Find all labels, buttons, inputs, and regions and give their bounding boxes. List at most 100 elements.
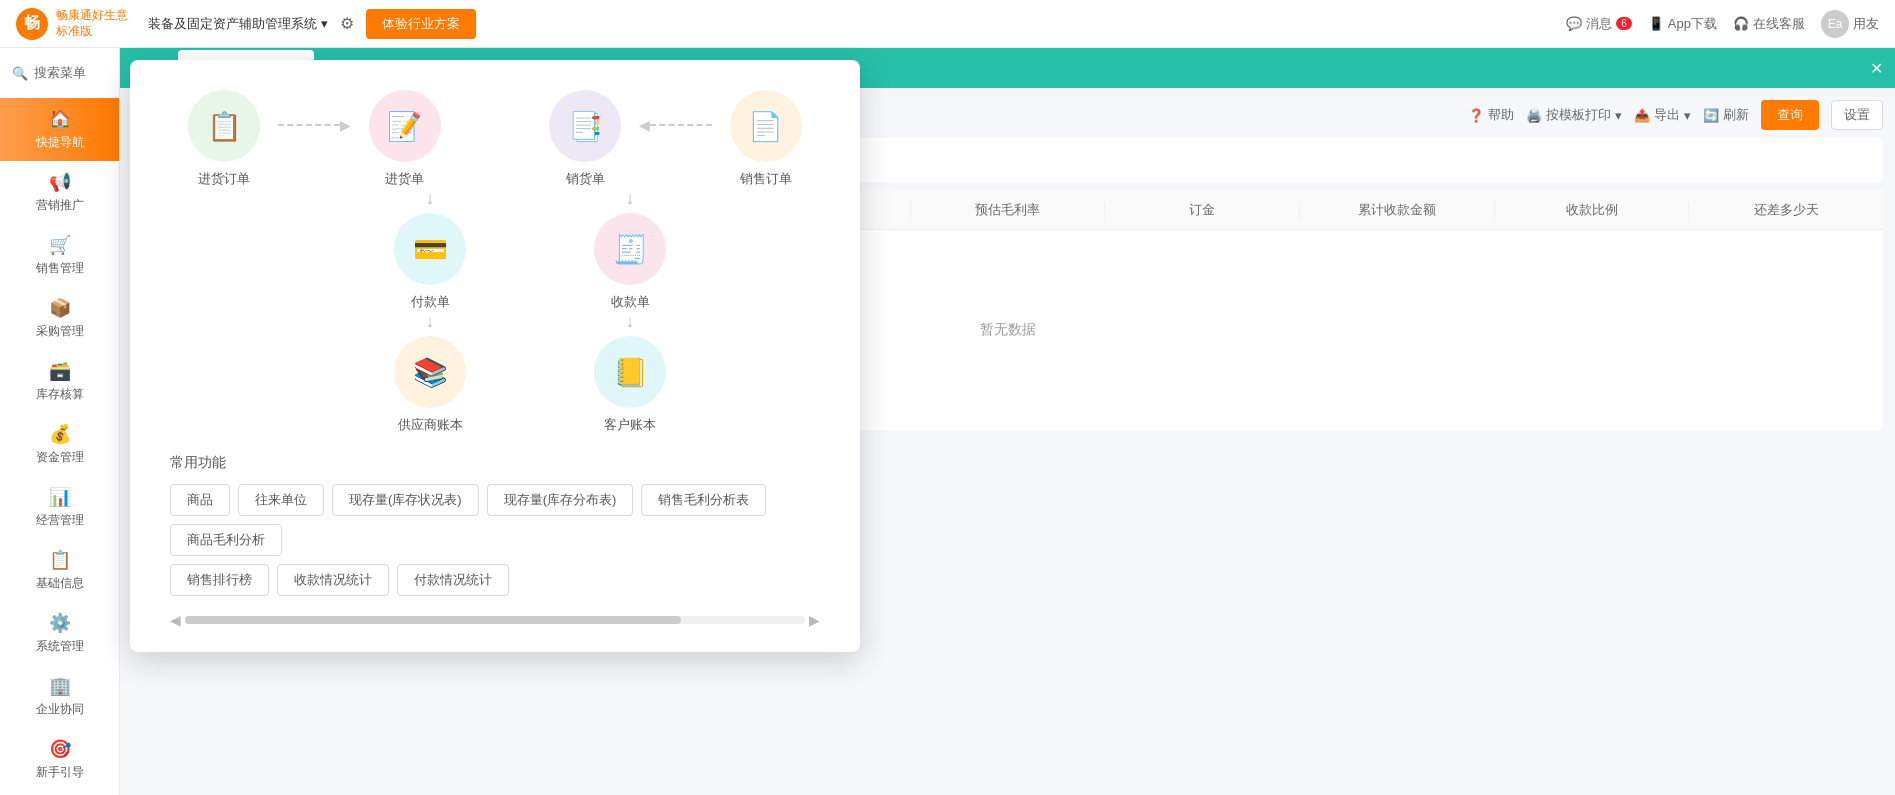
th-est-profit-rate: 预估毛利率: [911, 201, 1106, 219]
finance-icon: 💰: [49, 423, 71, 445]
purchase-icon: 📦: [49, 297, 71, 319]
flow-row-3: ↓ 📚 供应商账本 ↓ 📒 客户账本: [170, 311, 820, 434]
flow-node-sales-receipt[interactable]: 📑 销货单: [531, 90, 639, 188]
popup-modal: 📋 进货订单 ▶ 📝 进货单 📑 销货单: [130, 60, 860, 652]
sidebar: 🔍 搜索菜单 🏠 快捷导航 📢 营销推广 🛒 销售管理 📦 采购管理 🗃️: [0, 48, 120, 795]
home-icon: 🏠: [49, 108, 71, 130]
th-days-diff: 还差多少天: [1689, 201, 1883, 219]
cf-btn-product[interactable]: 商品: [170, 484, 230, 516]
message-label: 消息: [1586, 15, 1612, 33]
sidebar-label-system: 系统管理: [36, 638, 84, 655]
export-button[interactable]: 📤 导出 ▾: [1634, 106, 1691, 124]
down-arrow-customer: ↓: [626, 311, 635, 332]
template-print-label: 按模板打印: [1546, 106, 1611, 124]
flow-node-customer-ledger[interactable]: 📒 客户账本: [570, 336, 690, 434]
search-icon: 🔍: [12, 66, 28, 81]
message-badge: 6: [1616, 17, 1632, 30]
cf-btn-partners[interactable]: 往来单位: [238, 484, 324, 516]
system-title: 装备及固定资产辅助管理系统: [148, 15, 317, 33]
top-bar-actions: 💬 消息 6 📱 App下载 🎧 在线客服 Ea 用友: [1566, 10, 1879, 38]
message-button[interactable]: 💬 消息 6: [1566, 15, 1632, 33]
sidebar-item-newbie[interactable]: 🎯 新手引导: [0, 728, 119, 791]
flow-col-customer: ↓ 📒 客户账本: [570, 311, 690, 434]
logo-text: 畅康通好生意标准版: [56, 8, 128, 39]
app-download-button[interactable]: 📱 App下载: [1648, 15, 1717, 33]
flow-node-purchase-order[interactable]: 📋 进货订单: [170, 90, 278, 188]
sidebar-item-basic-info[interactable]: 📋 基础信息: [0, 539, 119, 602]
down-arrow-receipt: ↓: [626, 188, 635, 209]
sidebar-item-inventory[interactable]: 🗃️ 库存核算: [0, 350, 119, 413]
sidebar-item-enterprise[interactable]: 🏢 企业协同: [0, 665, 119, 728]
message-icon: 💬: [1566, 16, 1582, 31]
sales-order-icon: 📄: [730, 90, 802, 162]
customer-ledger-label: 客户账本: [604, 416, 656, 434]
search-menu[interactable]: 🔍 搜索菜单: [0, 56, 119, 90]
cf-btn-sales-rank[interactable]: 销售排行榜: [170, 564, 269, 596]
try-button[interactable]: 体验行业方案: [366, 9, 476, 39]
purchase-order-icon: 📋: [188, 90, 260, 162]
sidebar-item-system[interactable]: ⚙️ 系统管理: [0, 602, 119, 665]
sidebar-item-sales[interactable]: 🛒 销售管理: [0, 224, 119, 287]
cf-btn-product-profit[interactable]: 商品毛利分析: [170, 524, 282, 556]
down-arrow-payment: ↓: [426, 188, 435, 209]
cf-btn-receipt-stats[interactable]: 收款情况统计: [277, 564, 389, 596]
sidebar-item-finance[interactable]: 💰 资金管理: [0, 413, 119, 476]
scrollbar-thumb[interactable]: [185, 616, 681, 624]
sidebar-label-operations: 经营管理: [36, 512, 84, 529]
sidebar-item-purchase[interactable]: 📦 采购管理: [0, 287, 119, 350]
refresh-button[interactable]: 🔄 刷新: [1703, 106, 1749, 124]
flow-node-receipt-slip[interactable]: 🧾 收款单: [570, 213, 690, 311]
cf-btn-sales-profit[interactable]: 销售毛利分析表: [641, 484, 766, 516]
flow-node-supplier-ledger[interactable]: 📚 供应商账本: [370, 336, 490, 434]
template-print-button[interactable]: 🖨️ 按模板打印 ▾: [1526, 106, 1622, 124]
search-menu-label: 搜索菜单: [34, 64, 86, 82]
cf-btn-payment-stats[interactable]: 付款情况统计: [397, 564, 509, 596]
scroll-right-icon[interactable]: ▶: [809, 612, 820, 628]
flow-node-payment-slip[interactable]: 💳 付款单: [370, 213, 490, 311]
settings-button[interactable]: 设置: [1831, 100, 1883, 130]
print-icon: 🖨️: [1526, 108, 1542, 123]
sidebar-label-enterprise: 企业协同: [36, 701, 84, 718]
flow-node-purchase-receipt[interactable]: 📝 进货单: [351, 90, 459, 188]
system-title-dropdown[interactable]: 装备及固定资产辅助管理系统 ▾: [148, 15, 328, 33]
marketing-icon: 📢: [49, 171, 71, 193]
newbie-icon: 🎯: [49, 738, 71, 760]
flow-row-1: 📋 进货订单 ▶ 📝 进货单 📑 销货单: [170, 90, 820, 188]
payment-slip-icon: 💳: [394, 213, 466, 285]
logo-icon: 畅: [16, 8, 48, 40]
supplier-ledger-icon: 📚: [394, 336, 466, 408]
sidebar-label-basic-info: 基础信息: [36, 575, 84, 592]
sidebar-label-sales: 销售管理: [36, 260, 84, 277]
query-button[interactable]: 查询: [1761, 100, 1819, 130]
service-label: 在线客服: [1753, 15, 1805, 33]
logo-area: 畅 畅康通好生意标准版: [16, 8, 136, 40]
user-menu[interactable]: Ea 用友: [1821, 10, 1879, 38]
refresh-label: 刷新: [1723, 106, 1749, 124]
tab-bar-close-icon[interactable]: ✕: [1870, 59, 1883, 78]
sidebar-label-marketing: 营销推广: [36, 197, 84, 214]
sidebar-item-operations[interactable]: 📊 经营管理: [0, 476, 119, 539]
common-functions-title: 常用功能: [170, 454, 820, 472]
flow-col-payment: ↓ 💳 付款单: [370, 188, 490, 311]
flow-col-supplier: ↓ 📚 供应商账本: [370, 311, 490, 434]
flow-node-sales-order[interactable]: 📄 销售订单: [712, 90, 820, 188]
avatar: Ea: [1821, 10, 1849, 38]
sales-icon: 🛒: [49, 234, 71, 256]
sales-receipt-icon: 📑: [549, 90, 621, 162]
scroll-left-icon[interactable]: ◀: [170, 612, 181, 628]
purchase-receipt-icon: 📝: [369, 90, 441, 162]
top-bar: 畅 畅康通好生意标准版 装备及固定资产辅助管理系统 ▾ ⚙ 体验行业方案 💬 消…: [0, 0, 1895, 48]
sidebar-item-quick-nav[interactable]: 🏠 快捷导航: [0, 98, 119, 161]
sidebar-label-newbie: 新手引导: [36, 764, 84, 781]
online-service-button[interactable]: 🎧 在线客服: [1733, 15, 1805, 33]
sidebar-label-purchase: 采购管理: [36, 323, 84, 340]
gear-icon[interactable]: ⚙: [340, 14, 354, 33]
help-button[interactable]: ❓ 帮助: [1468, 106, 1514, 124]
cf-btn-stock-dist[interactable]: 现存量(库存分布表): [487, 484, 634, 516]
download-icon: 📱: [1648, 16, 1664, 31]
sidebar-item-marketing[interactable]: 📢 营销推广: [0, 161, 119, 224]
common-functions: 常用功能 商品 往来单位 现存量(库存状况表) 现存量(库存分布表) 销售毛利分…: [170, 454, 820, 596]
flow-diagram: 📋 进货订单 ▶ 📝 进货单 📑 销货单: [170, 90, 820, 434]
cf-btn-stock-status[interactable]: 现存量(库存状况表): [332, 484, 479, 516]
customer-ledger-icon: 📒: [594, 336, 666, 408]
